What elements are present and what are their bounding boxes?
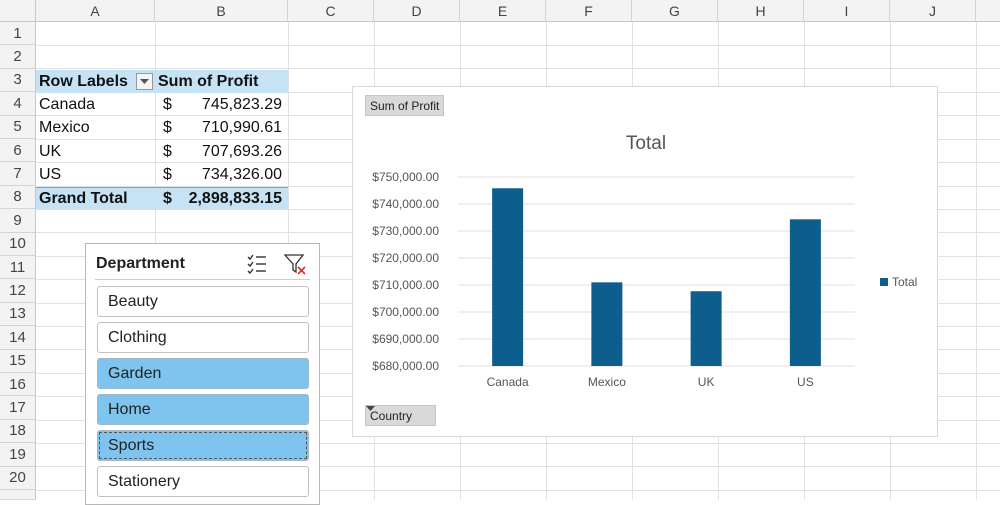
country-field-button[interactable]: Country xyxy=(365,405,436,426)
slicer-item-sports[interactable]: Sports xyxy=(97,430,309,461)
y-tick-label: $690,000.00 xyxy=(372,332,439,346)
row-header-12[interactable]: 12 xyxy=(0,279,36,303)
slicer-item-garden[interactable]: Garden xyxy=(97,358,309,389)
y-tick-label: $680,000.00 xyxy=(372,359,439,373)
pivot-amount: 707,693.26 xyxy=(201,142,282,160)
pivot-row-label[interactable]: Mexico xyxy=(36,116,155,139)
slicer-title: Department xyxy=(96,255,185,272)
row-header-1[interactable]: 1 xyxy=(0,22,36,46)
row-header-14[interactable]: 14 xyxy=(0,326,36,350)
column-header-b[interactable]: B xyxy=(155,0,288,22)
row-header-11[interactable]: 11 xyxy=(0,256,36,280)
bar-mexico[interactable] xyxy=(591,282,623,366)
slicer-item-home[interactable]: Home xyxy=(97,394,309,425)
bar-canada[interactable] xyxy=(492,188,524,366)
chart-legend: Total xyxy=(880,275,917,289)
pivot-amount: 710,990.61 xyxy=(201,118,282,136)
gridline xyxy=(36,68,1000,69)
pivot-value-cell[interactable]: $ 707,693.26 xyxy=(155,140,288,163)
bar-uk[interactable] xyxy=(690,291,722,366)
column-header-f[interactable]: F xyxy=(546,0,632,22)
row-header-3[interactable]: 3 xyxy=(0,68,36,93)
row-header-8[interactable]: 8 xyxy=(0,185,36,210)
row-header-13[interactable]: 13 xyxy=(0,302,36,327)
pivot-amount: 734,326.00 xyxy=(201,165,282,183)
row-header-17[interactable]: 17 xyxy=(0,396,36,420)
row-header-7[interactable]: 7 xyxy=(0,162,36,186)
row-header-2[interactable]: 2 xyxy=(0,45,36,69)
row-header-4[interactable]: 4 xyxy=(0,92,36,116)
pivot-grand-total-cell[interactable]: $ 2,898,833.15 xyxy=(155,187,288,210)
currency-symbol: $ xyxy=(163,190,172,207)
pivot-row-label[interactable]: Canada xyxy=(36,93,155,116)
x-tick-label: UK xyxy=(698,375,715,389)
column-header-j[interactable]: J xyxy=(890,0,976,22)
dropdown-arrow-icon xyxy=(366,406,375,411)
column-header-c[interactable]: C xyxy=(288,0,374,22)
row-labels-filter-button[interactable] xyxy=(136,73,153,90)
y-tick-label: $700,000.00 xyxy=(372,305,439,319)
row-header-9[interactable]: 9 xyxy=(0,209,36,233)
y-tick-label: $720,000.00 xyxy=(372,251,439,265)
column-header-d[interactable]: D xyxy=(374,0,460,22)
pivot-row-label[interactable]: US xyxy=(36,163,155,186)
row-header-16[interactable]: 16 xyxy=(0,373,36,397)
pivot-amount: 745,823.29 xyxy=(201,95,282,113)
row-header-20[interactable]: 20 xyxy=(0,466,36,490)
row-header-15[interactable]: 15 xyxy=(0,349,36,373)
x-tick-label: Mexico xyxy=(588,375,626,389)
gridline xyxy=(976,22,977,500)
y-tick-label: $730,000.00 xyxy=(372,224,439,238)
country-field-label: Country xyxy=(370,408,413,423)
pivot-value-cell[interactable]: $ 710,990.61 xyxy=(155,116,288,139)
y-tick-label: $740,000.00 xyxy=(372,197,439,211)
pivot-grand-total-label[interactable]: Grand Total xyxy=(36,187,155,210)
column-header-i[interactable]: I xyxy=(804,0,890,22)
column-header-e[interactable]: E xyxy=(460,0,546,22)
clear-filter-icon[interactable] xyxy=(284,253,306,275)
department-slicer[interactable]: Department Beauty Clothing Garden Home S… xyxy=(85,243,320,505)
slicer-item-clothing[interactable]: Clothing xyxy=(97,322,309,353)
chart-plot-area: $750,000.00 $740,000.00 $730,000.00 $720,00… xyxy=(372,170,855,389)
row-header-21[interactable] xyxy=(0,490,36,500)
currency-symbol: $ xyxy=(163,95,172,113)
y-tick-label: $750,000.00 xyxy=(372,170,439,184)
slicer-divider xyxy=(95,279,310,280)
row-header-5[interactable]: 5 xyxy=(0,115,36,139)
row-header-6[interactable]: 6 xyxy=(0,139,36,163)
legend-label: Total xyxy=(892,275,918,289)
row-header-18[interactable]: 18 xyxy=(0,419,36,444)
column-header-a[interactable]: A xyxy=(36,0,155,22)
column-header-g[interactable]: G xyxy=(632,0,718,22)
x-tick-label: Canada xyxy=(487,375,529,389)
pivot-row-label[interactable]: UK xyxy=(36,140,155,163)
legend-swatch xyxy=(880,278,888,286)
row-header-19[interactable]: 19 xyxy=(0,443,36,467)
pivot-grand-total-amount: 2,898,833.15 xyxy=(188,190,282,207)
column-header-h[interactable]: H xyxy=(718,0,804,22)
slicer-item-stationery[interactable]: Stationery xyxy=(97,466,309,497)
pivot-value-cell[interactable]: $ 734,326.00 xyxy=(155,163,288,186)
currency-symbol: $ xyxy=(163,118,172,136)
currency-symbol: $ xyxy=(163,165,172,183)
bar-us[interactable] xyxy=(789,219,821,366)
column-header-k[interactable] xyxy=(976,0,1000,22)
spreadsheet-grid[interactable]: A B C D E F G H I J 1 2 3 4 5 6 7 8 9 10… xyxy=(0,0,1000,505)
x-tick-label: US xyxy=(797,375,814,389)
y-tick-label: $710,000.00 xyxy=(372,278,439,292)
gridline xyxy=(36,45,1000,46)
currency-symbol: $ xyxy=(163,142,172,160)
multi-select-icon[interactable] xyxy=(246,253,268,275)
pivot-value-header[interactable]: Sum of Profit xyxy=(155,70,288,93)
select-all-corner[interactable] xyxy=(0,0,36,22)
dropdown-arrow-icon xyxy=(140,78,149,84)
pivot-value-cell[interactable]: $ 745,823.29 xyxy=(155,93,288,116)
slicer-item-beauty[interactable]: Beauty xyxy=(97,286,309,317)
row-header-10[interactable]: 10 xyxy=(0,232,36,256)
pivot-chart[interactable]: Sum of Profit Total $750,000.00 $740,000.… xyxy=(352,86,938,437)
